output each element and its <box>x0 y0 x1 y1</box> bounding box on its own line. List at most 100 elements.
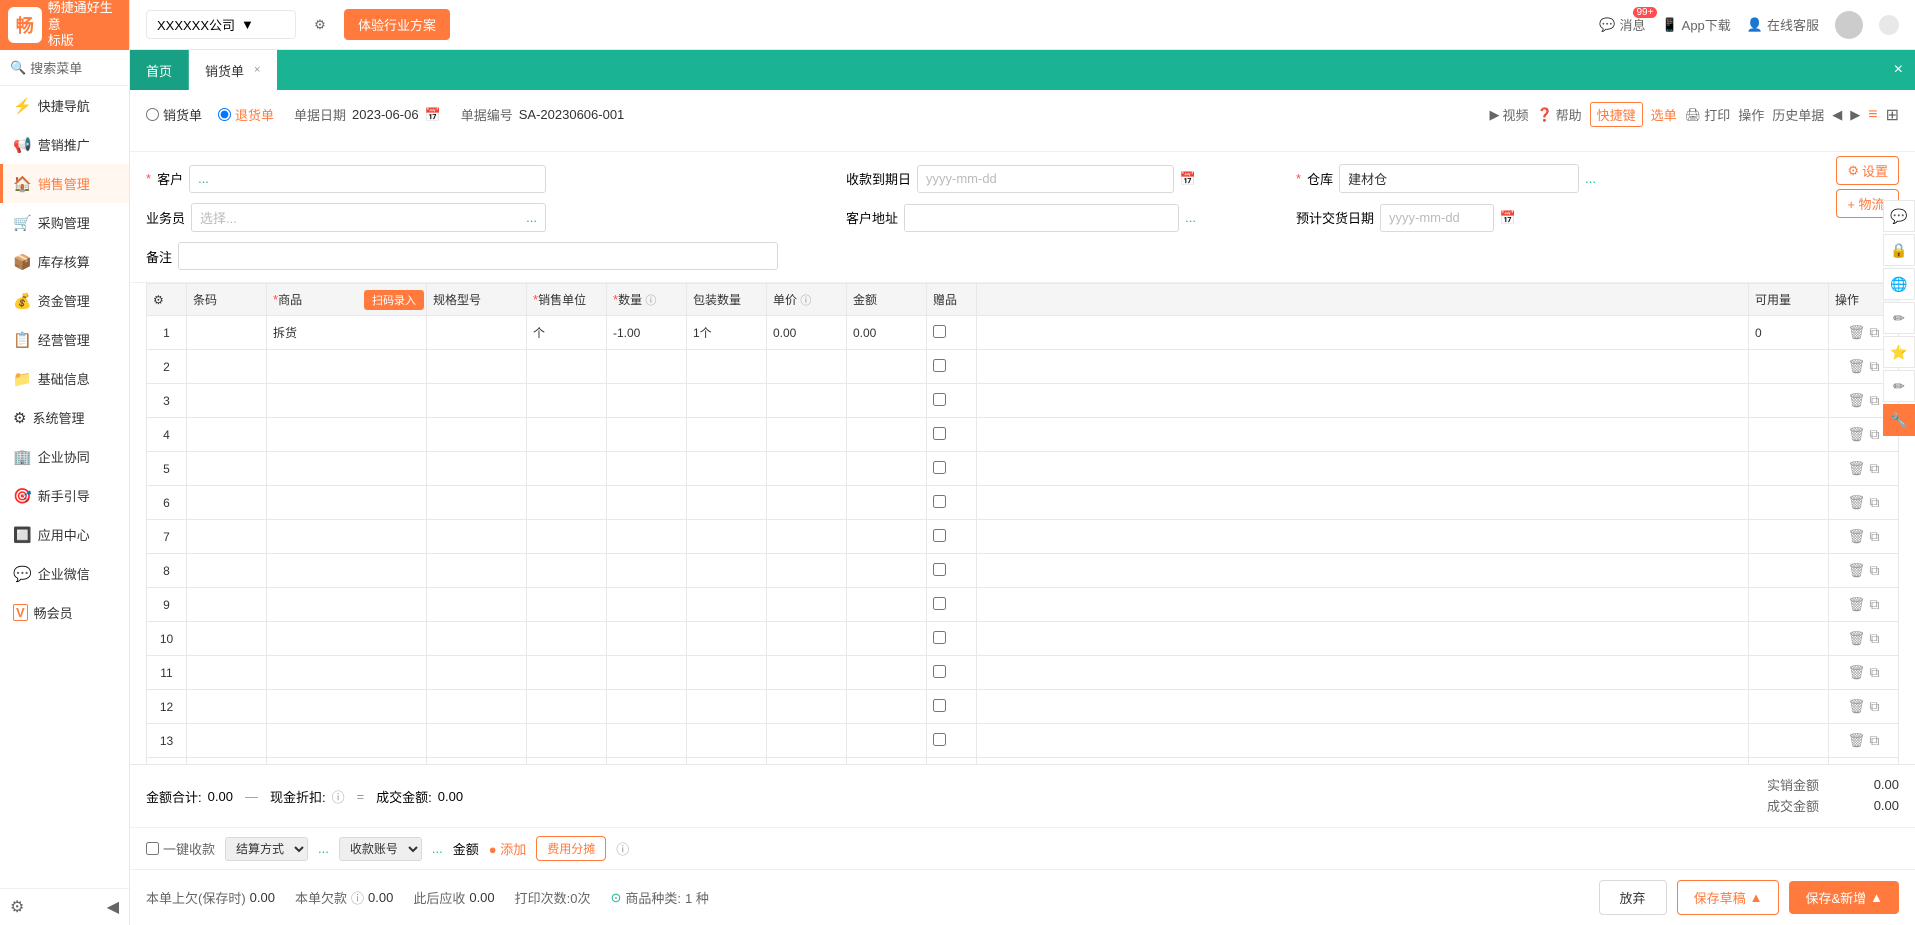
fee-help-icon[interactable]: ⓘ <box>616 839 629 858</box>
copy-icon-2[interactable]: ⧉ <box>1869 358 1879 375</box>
collapse-icon[interactable]: ◀ <box>107 897 119 917</box>
row-qty-1[interactable]: -1.00 <box>607 316 687 350</box>
select-btn[interactable]: 选单 <box>1651 105 1677 124</box>
delivery-date-input[interactable]: yyyy-mm-dd <box>1380 204 1494 232</box>
sidebar-search[interactable]: 🔍 搜索菜单 <box>0 50 129 86</box>
delete-icon-12[interactable]: 🗑 <box>1848 698 1866 715</box>
video-btn[interactable]: ▶ 视频 <box>1489 105 1528 124</box>
delete-icon-5[interactable]: 🗑 <box>1848 460 1866 477</box>
notes-input[interactable] <box>178 242 778 270</box>
delete-icon-10[interactable]: 🗑 <box>1848 630 1866 647</box>
discount-help-icon[interactable]: ⓘ <box>332 787 345 806</box>
row-amount-2[interactable] <box>847 350 927 384</box>
sidebar-item-operations-mgmt[interactable]: 📋 经营管理 <box>0 320 129 359</box>
sidebar-item-quick-nav[interactable]: ⚡ 快捷导航 <box>0 86 129 125</box>
settings-btn[interactable]: ⚙ 设置 <box>1836 156 1899 185</box>
company-settings-icon[interactable]: ⚙ <box>306 11 334 39</box>
shortcut-btn[interactable]: 快捷键 <box>1590 102 1643 127</box>
discard-btn[interactable]: 放弃 <box>1599 880 1667 915</box>
next-icon[interactable]: ▶ <box>1850 107 1860 123</box>
app-download-btn[interactable]: 📱 App下载 <box>1661 15 1730 34</box>
scan-btn[interactable]: 扫码录入 <box>364 290 424 310</box>
account-dots[interactable]: ... <box>432 841 443 856</box>
save-new-btn[interactable]: 保存&新增 ▲ <box>1789 881 1899 914</box>
settings-icon[interactable]: ⚙ <box>10 897 24 917</box>
calendar-delivery-icon[interactable]: 📅 <box>1500 210 1516 226</box>
row-pkgqty-2[interactable] <box>687 350 767 384</box>
salesperson-input[interactable]: 选择... ... <box>191 203 546 232</box>
tabbar-close-btn[interactable]: × <box>1882 50 1915 90</box>
payment-checkbox[interactable] <box>146 842 159 855</box>
copy-icon-12[interactable]: ⧉ <box>1869 698 1879 715</box>
copy-icon-6[interactable]: ⧉ <box>1869 494 1879 511</box>
sidebar-item-sales-mgmt[interactable]: 🏠 销售管理 <box>0 164 129 203</box>
short-help-icon[interactable]: ⓘ <box>351 888 364 907</box>
row-spec-2[interactable] <box>427 350 527 384</box>
float-btn-7[interactable]: 🔧 <box>1883 404 1915 436</box>
print-btn[interactable]: 🖨 打印 <box>1685 105 1731 124</box>
row-product-1[interactable]: 拆货 <box>267 316 427 350</box>
tab-sales-order[interactable]: 销货单 × <box>189 50 277 90</box>
row-product-2[interactable] <box>267 350 427 384</box>
payment-method-select[interactable]: 结算方式 <box>225 837 308 861</box>
copy-icon-1[interactable]: ⧉ <box>1869 324 1879 341</box>
row-qty-2[interactable] <box>607 350 687 384</box>
delete-icon-4[interactable]: 🗑 <box>1848 426 1866 443</box>
copy-icon-3[interactable]: ⧉ <box>1869 392 1879 409</box>
delete-icon-13[interactable]: 🗑 <box>1848 732 1866 749</box>
due-date-input[interactable]: yyyy-mm-dd <box>917 165 1174 193</box>
th-setting[interactable]: ⚙ <box>147 284 187 316</box>
sidebar-item-new-guide[interactable]: 🎯 新手引导 <box>0 476 129 515</box>
delete-icon-8[interactable]: 🗑 <box>1848 562 1866 579</box>
view-icon-2[interactable]: ⊞ <box>1886 105 1899 125</box>
row-spec-1[interactable] <box>427 316 527 350</box>
warehouse-input[interactable]: 建材仓 <box>1339 164 1579 193</box>
row-gift-1[interactable] <box>927 316 977 350</box>
float-btn-2[interactable]: 🔒 <box>1883 234 1915 266</box>
company-selector[interactable]: XXXXXX公司 ▼ <box>146 10 296 39</box>
float-btn-1[interactable]: 💬 <box>1883 200 1915 232</box>
sidebar-item-basic-info[interactable]: 📁 基础信息 <box>0 359 129 398</box>
delete-icon-9[interactable]: 🗑 <box>1848 596 1866 613</box>
copy-icon-11[interactable]: ⧉ <box>1869 664 1879 681</box>
one-click-payment[interactable]: 一键收款 <box>146 839 215 858</box>
copy-icon-5[interactable]: ⧉ <box>1869 460 1879 477</box>
operations-btn[interactable]: 操作 <box>1738 105 1764 124</box>
float-btn-5[interactable]: ⭐ <box>1883 336 1915 368</box>
experience-btn[interactable]: 体验行业方案 <box>344 9 450 40</box>
help-btn[interactable]: ❓ 帮助 <box>1536 105 1581 124</box>
calendar-due-icon[interactable]: 📅 <box>1180 171 1196 187</box>
payment-method-dots[interactable]: ... <box>318 841 329 856</box>
sidebar-item-system-mgmt[interactable]: ⚙ 系统管理 <box>0 398 129 437</box>
sidebar-item-app-center[interactable]: 🔲 应用中心 <box>0 515 129 554</box>
row-price-1[interactable]: 0.00 <box>767 316 847 350</box>
float-btn-6[interactable]: ✏ <box>1883 370 1915 402</box>
copy-icon-8[interactable]: ⧉ <box>1869 562 1879 579</box>
copy-icon-7[interactable]: ⧉ <box>1869 528 1879 545</box>
row-price-2[interactable] <box>767 350 847 384</box>
avatar[interactable] <box>1835 11 1863 39</box>
sidebar-item-enterprise[interactable]: 🏢 企业协同 <box>0 437 129 476</box>
delete-icon-1[interactable]: 🗑 <box>1848 324 1866 341</box>
delete-icon-7[interactable]: 🗑 <box>1848 528 1866 545</box>
customer-addr-input[interactable] <box>904 204 1179 232</box>
row-gift-2[interactable] <box>927 350 977 384</box>
sidebar-item-inventory[interactable]: 📦 库存核算 <box>0 242 129 281</box>
tab-close-icon[interactable]: × <box>254 64 260 76</box>
message-btn[interactable]: 💬 消息 99+ <box>1599 15 1645 34</box>
sidebar-item-purchase-mgmt[interactable]: 🛒 采购管理 <box>0 203 129 242</box>
copy-icon-10[interactable]: ⧉ <box>1869 630 1879 647</box>
row-amount-1[interactable]: 0.00 <box>847 316 927 350</box>
radio-sales[interactable]: 销货单 <box>146 105 202 124</box>
row-pkgqty-1[interactable]: 1个 <box>687 316 767 350</box>
sidebar-item-finance-mgmt[interactable]: 💰 资金管理 <box>0 281 129 320</box>
sidebar-item-marketing[interactable]: 📢 营销推广 <box>0 125 129 164</box>
online-service-btn[interactable]: 👤 在线客服 <box>1747 15 1819 34</box>
float-btn-4[interactable]: ✏ <box>1883 302 1915 334</box>
delete-icon-2[interactable]: 🗑 <box>1848 358 1866 375</box>
view-icon-1[interactable]: ≡ <box>1868 106 1877 124</box>
account-select[interactable]: 收款账号 <box>339 837 422 861</box>
row-barcode-2[interactable] <box>187 350 267 384</box>
prev-icon[interactable]: ◀ <box>1832 107 1842 123</box>
row-barcode-1[interactable] <box>187 316 267 350</box>
